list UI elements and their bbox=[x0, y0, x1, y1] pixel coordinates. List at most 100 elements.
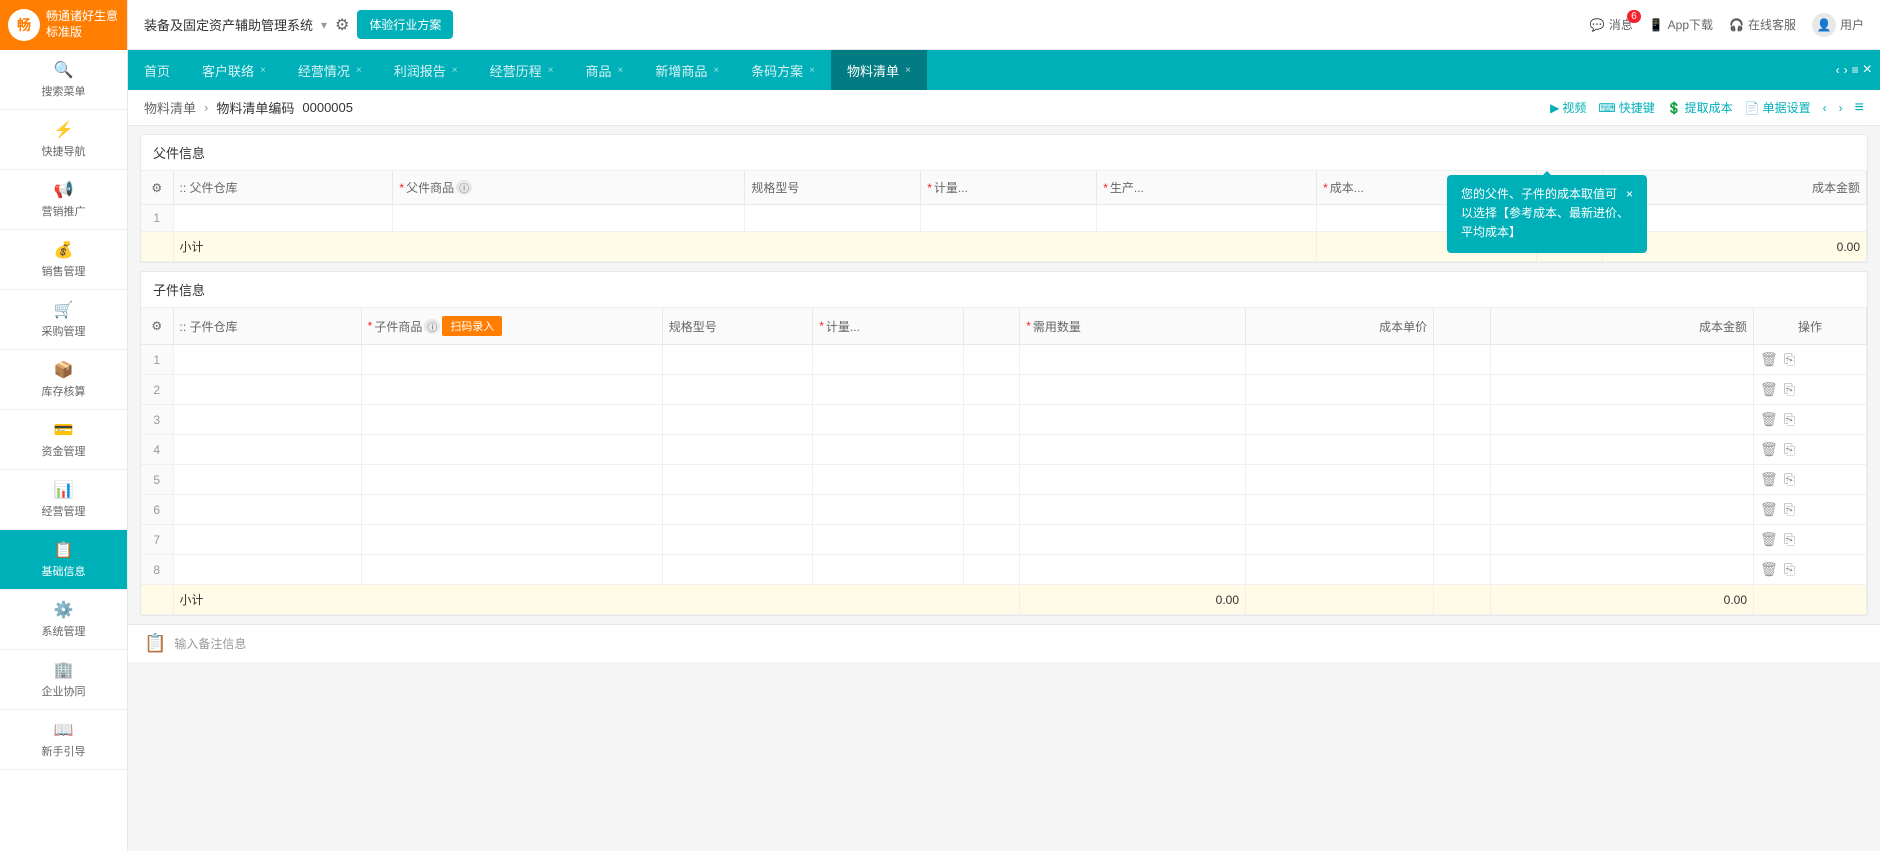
user-menu[interactable]: 👤 用户 bbox=[1812, 13, 1864, 37]
tab-close-new-product[interactable]: × bbox=[713, 65, 719, 76]
sidebar-item-quick-nav[interactable]: ⚡ 快捷导航 bbox=[0, 110, 127, 170]
child-cost-amount-5[interactable] bbox=[1490, 465, 1753, 495]
shortcut-button[interactable]: ⌨ 快捷键 bbox=[1598, 99, 1654, 116]
parent-product-cell[interactable] bbox=[393, 205, 745, 232]
child-warehouse-6[interactable] bbox=[173, 495, 361, 525]
child-qty-5[interactable] bbox=[1020, 465, 1246, 495]
copy-icon-8[interactable]: ⎘ bbox=[1784, 561, 1795, 578]
grid-view-icon[interactable]: ≡ bbox=[1855, 99, 1864, 117]
copy-icon-4[interactable]: ⎘ bbox=[1784, 441, 1795, 458]
sidebar-item-system[interactable]: ⚙️ 系统管理 bbox=[0, 590, 127, 650]
video-button[interactable]: ▶ 视频 bbox=[1550, 99, 1586, 116]
online-service-button[interactable]: 🎧 在线客服 bbox=[1729, 16, 1796, 33]
parent-warehouse-cell[interactable] bbox=[173, 205, 393, 232]
child-warehouse-1[interactable] bbox=[173, 345, 361, 375]
single-settings-button[interactable]: 📄 单据设置 bbox=[1745, 99, 1811, 116]
settings-icon[interactable]: ⚙ bbox=[335, 15, 349, 35]
tab-history[interactable]: 经营历程 × bbox=[474, 50, 570, 90]
child-warehouse-2[interactable] bbox=[173, 375, 361, 405]
parent-unit-cell[interactable] bbox=[921, 205, 1097, 232]
extract-cost-button[interactable]: 💲 提取成本 bbox=[1667, 99, 1733, 116]
app-download-button[interactable]: 📱 App下载 bbox=[1649, 16, 1713, 33]
tab-close-business[interactable]: × bbox=[356, 65, 362, 76]
child-spec-1[interactable] bbox=[662, 345, 813, 375]
delete-icon-6[interactable]: 🗑 bbox=[1760, 501, 1778, 518]
parent-production-cell[interactable] bbox=[1097, 205, 1317, 232]
sidebar-item-marketing[interactable]: 📢 营销推广 bbox=[0, 170, 127, 230]
child-qty-1[interactable] bbox=[1020, 345, 1246, 375]
child-warehouse-8[interactable] bbox=[173, 555, 361, 585]
child-product-2[interactable] bbox=[361, 375, 662, 405]
child-unit-2[interactable] bbox=[813, 375, 964, 405]
th-settings[interactable]: ⚙ bbox=[141, 171, 173, 205]
child-unit-cost-1[interactable] bbox=[1246, 345, 1434, 375]
child-spec-7[interactable] bbox=[662, 525, 813, 555]
dropdown-arrow-icon[interactable]: ▾ bbox=[321, 18, 327, 32]
child-unit-5[interactable] bbox=[813, 465, 964, 495]
child-product-4[interactable] bbox=[361, 435, 662, 465]
tab-products[interactable]: 商品 × bbox=[569, 50, 639, 90]
child-unit-7[interactable] bbox=[813, 525, 964, 555]
child-unit-cost-5[interactable] bbox=[1246, 465, 1434, 495]
tab-next-icon[interactable]: › bbox=[1844, 63, 1848, 77]
child-spec-3[interactable] bbox=[662, 405, 813, 435]
messages-button[interactable]: 💬 消息 6 bbox=[1590, 16, 1633, 33]
child-cost-amount-7[interactable] bbox=[1490, 525, 1753, 555]
sidebar-item-basic-info[interactable]: 📋 基础信息 bbox=[0, 530, 127, 590]
child-product-1[interactable] bbox=[361, 345, 662, 375]
sidebar-item-enterprise[interactable]: 🏢 企业协同 bbox=[0, 650, 127, 710]
tab-home[interactable]: 首页 bbox=[128, 50, 186, 90]
tab-customer[interactable]: 客户联络 × bbox=[186, 50, 282, 90]
child-qty-6[interactable] bbox=[1020, 495, 1246, 525]
tab-close-products[interactable]: × bbox=[617, 65, 623, 76]
tab-close-barcode[interactable]: × bbox=[809, 65, 815, 76]
child-unit-cost-2[interactable] bbox=[1246, 375, 1434, 405]
parent-spec-cell[interactable] bbox=[745, 205, 921, 232]
child-unit-cost-8[interactable] bbox=[1246, 555, 1434, 585]
tab-new-product[interactable]: 新增商品 × bbox=[639, 50, 735, 90]
child-product-5[interactable] bbox=[361, 465, 662, 495]
child-unit-4[interactable] bbox=[813, 435, 964, 465]
tab-close-bom[interactable]: × bbox=[905, 65, 911, 76]
sidebar-item-search[interactable]: 🔍 搜索菜单 bbox=[0, 50, 127, 110]
tab-barcode[interactable]: 条码方案 × bbox=[735, 50, 831, 90]
sidebar-item-inventory[interactable]: 📦 库存核算 bbox=[0, 350, 127, 410]
tooltip-close-button[interactable]: × bbox=[1626, 185, 1633, 204]
tab-close-history[interactable]: × bbox=[548, 65, 554, 76]
tab-close-all-icon[interactable]: × bbox=[1863, 61, 1872, 79]
nav-left-icon[interactable]: ‹ bbox=[1823, 101, 1827, 115]
child-unit-cost-7[interactable] bbox=[1246, 525, 1434, 555]
child-spec-5[interactable] bbox=[662, 465, 813, 495]
child-qty-3[interactable] bbox=[1020, 405, 1246, 435]
child-unit-cost-4[interactable] bbox=[1246, 435, 1434, 465]
child-qty-8[interactable] bbox=[1020, 555, 1246, 585]
child-unit-cost-6[interactable] bbox=[1246, 495, 1434, 525]
sidebar-item-operation[interactable]: 📊 经营管理 bbox=[0, 470, 127, 530]
child-unit-1[interactable] bbox=[813, 345, 964, 375]
child-unit-3[interactable] bbox=[813, 405, 964, 435]
trial-button[interactable]: 体验行业方案 bbox=[357, 10, 453, 39]
child-product-3[interactable] bbox=[361, 405, 662, 435]
child-warehouse-7[interactable] bbox=[173, 525, 361, 555]
scan-input-button[interactable]: 扫码录入 bbox=[442, 316, 502, 336]
copy-icon-2[interactable]: ⎘ bbox=[1784, 381, 1795, 398]
child-spec-8[interactable] bbox=[662, 555, 813, 585]
delete-icon-4[interactable]: 🗑 bbox=[1760, 441, 1778, 458]
delete-icon-2[interactable]: 🗑 bbox=[1760, 381, 1778, 398]
child-spec-2[interactable] bbox=[662, 375, 813, 405]
child-unit-8[interactable] bbox=[813, 555, 964, 585]
child-cost-amount-4[interactable] bbox=[1490, 435, 1753, 465]
child-cost-amount-6[interactable] bbox=[1490, 495, 1753, 525]
sidebar-item-guide[interactable]: 📖 新手引导 bbox=[0, 710, 127, 770]
tab-bom[interactable]: 物料清单 × bbox=[831, 50, 927, 90]
th-child-settings[interactable]: ⚙ bbox=[141, 308, 173, 345]
tab-close-profit[interactable]: × bbox=[452, 65, 458, 76]
child-qty-7[interactable] bbox=[1020, 525, 1246, 555]
copy-icon-6[interactable]: ⎘ bbox=[1784, 501, 1795, 518]
child-cost-amount-8[interactable] bbox=[1490, 555, 1753, 585]
delete-icon-1[interactable]: 🗑 bbox=[1760, 351, 1778, 368]
child-qty-2[interactable] bbox=[1020, 375, 1246, 405]
sidebar-item-finance[interactable]: 💳 资金管理 bbox=[0, 410, 127, 470]
child-product-6[interactable] bbox=[361, 495, 662, 525]
tab-close-customer[interactable]: × bbox=[260, 65, 266, 76]
